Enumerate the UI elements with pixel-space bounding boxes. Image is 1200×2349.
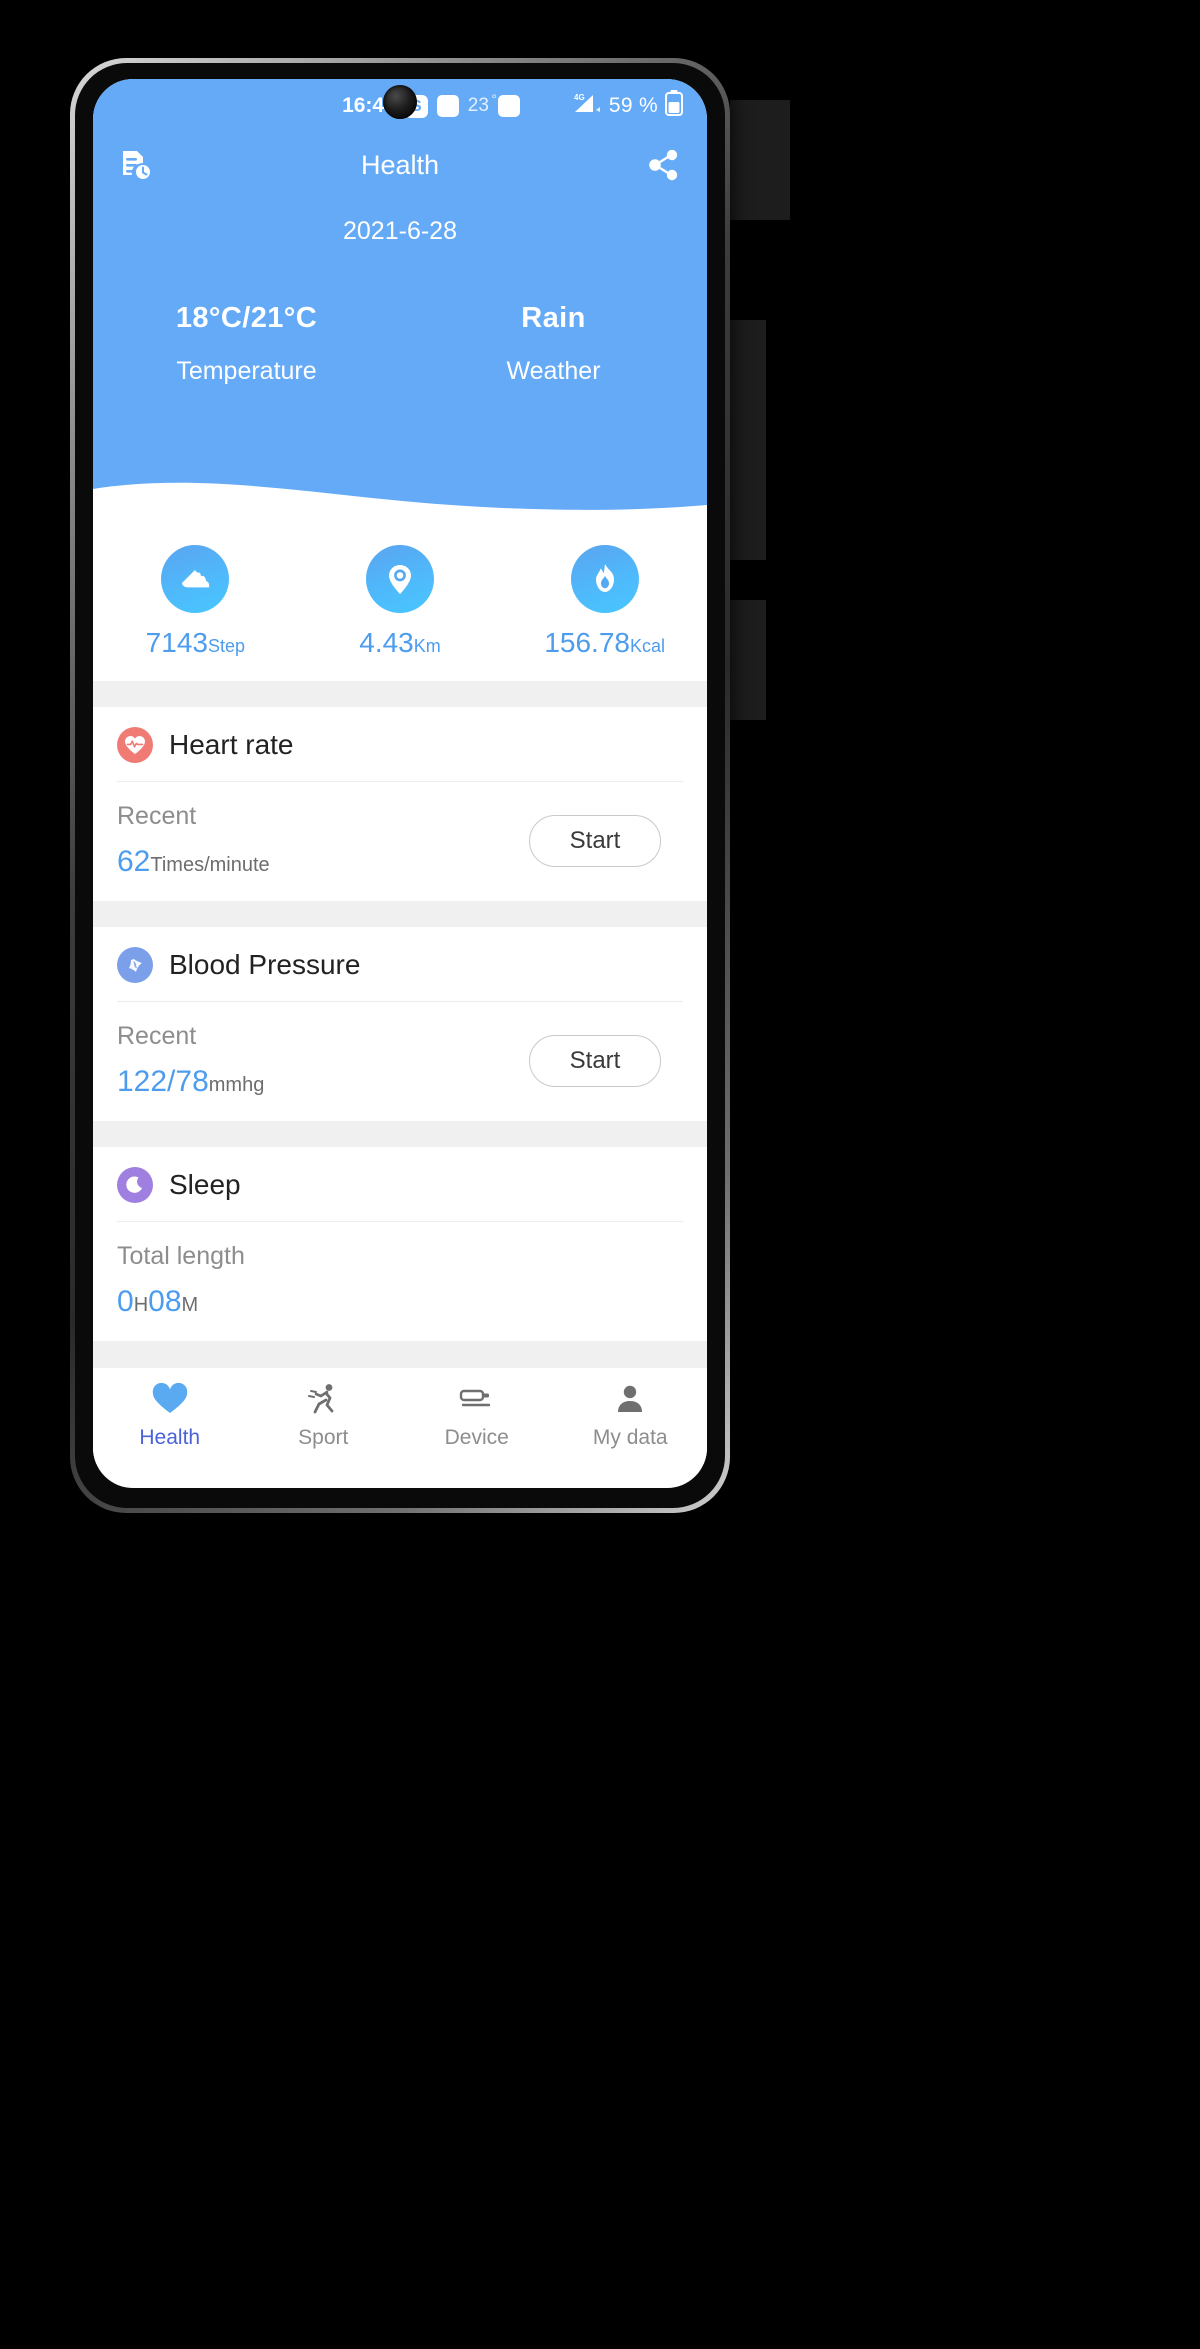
phone-screen: 16:47 S 23 4G <box>93 79 707 1488</box>
weather-cell: Rain Weather <box>400 302 707 386</box>
nav-item-device[interactable]: Device <box>400 1380 554 1450</box>
nav-label-sport: Sport <box>298 1426 349 1449</box>
sleep-hours: 0 <box>117 1285 134 1318</box>
card-heart-rate: Heart rate Recent 62Times/minute Start <box>93 707 707 901</box>
card-blood-pressure-value: 122/78mmhg <box>117 1065 264 1099</box>
sleep-hours-unit: H <box>133 1294 149 1316</box>
temperature-cell: 18°C/21°C Temperature <box>93 302 400 386</box>
nav-label-my-data: My data <box>592 1426 668 1449</box>
card-sleep-title: Sleep <box>169 1169 241 1200</box>
stat-distance-text: 4.43Km <box>359 627 441 659</box>
shoe-icon <box>161 545 230 613</box>
heart-pulse-icon <box>117 727 153 763</box>
wave-divider <box>93 482 707 521</box>
date-label: 2021-6-28 <box>343 217 457 245</box>
stats-row: 7143Step 4.43Km 156.78Kcal <box>93 519 707 681</box>
weather-value: Rain <box>521 302 586 334</box>
temp-badge: 23 <box>468 91 497 117</box>
card-sleep-label: Total length <box>117 1242 245 1270</box>
card-heart-rate-header[interactable]: Heart rate <box>117 707 683 782</box>
card-blood-pressure: Blood Pressure Recent 122/78mmhg Start <box>93 927 707 1121</box>
title-bar: Health <box>93 133 707 197</box>
background-slab <box>730 600 766 720</box>
stat-calories-text: 156.78Kcal <box>544 627 665 659</box>
status-right-group: 4G 59 % <box>572 79 683 133</box>
location-pin-icon <box>366 545 434 613</box>
heart-rate-number: 62 <box>117 845 151 878</box>
blood-pressure-unit: mmhg <box>208 1074 265 1096</box>
background-slab <box>730 100 790 220</box>
card-heart-rate-values: Recent 62Times/minute <box>117 802 270 879</box>
sleep-minutes: 08 <box>148 1285 182 1318</box>
card-sleep-body: Total length 0H08M <box>117 1222 683 1341</box>
svg-text:4G: 4G <box>574 93 585 102</box>
share-nodes-icon[interactable] <box>643 144 685 186</box>
nav-item-sport[interactable]: Sport <box>247 1380 401 1450</box>
app-square-icon <box>497 95 520 117</box>
heart-icon <box>152 1380 188 1418</box>
card-sleep-value: 0H08M <box>117 1285 245 1319</box>
blood-pressure-icon <box>117 947 153 983</box>
section-divider <box>93 1341 707 1367</box>
section-divider <box>93 681 707 707</box>
runner-icon <box>306 1380 340 1418</box>
stat-calories-value: 156.78 <box>544 627 630 658</box>
stat-steps-value: 7143 <box>145 627 208 658</box>
flame-icon <box>570 545 639 613</box>
temperature-label: Temperature <box>176 357 317 385</box>
card-heart-rate-title: Heart rate <box>169 729 294 760</box>
heart-rate-start-button[interactable]: Start <box>529 814 661 867</box>
screenshot-stage: 16:47 S 23 4G <box>0 0 1200 2349</box>
background-slab <box>730 320 766 560</box>
section-divider <box>93 901 707 927</box>
heart-rate-unit: Times/minute <box>150 854 270 876</box>
signal-icon: 4G <box>572 91 602 121</box>
stat-distance-value: 4.43 <box>359 627 414 658</box>
blood-pressure-number: 122/78 <box>117 1065 209 1098</box>
card-blood-pressure-values: Recent 122/78mmhg <box>117 1022 264 1099</box>
card-heart-rate-body: Recent 62Times/minute Start <box>117 782 683 901</box>
section-divider <box>93 1121 707 1147</box>
battery-icon <box>665 90 683 122</box>
stat-calories-unit: Kcal <box>629 636 665 656</box>
camera-punch-hole <box>383 85 417 119</box>
header-panel: 16:47 S 23 4G <box>93 79 707 521</box>
status-left-group: 16:47 S 23 <box>342 91 520 118</box>
stat-calories[interactable]: 156.78Kcal <box>502 545 707 659</box>
app-square-icon <box>436 95 459 117</box>
bottom-navigation: Health Sport Device My data <box>93 1367 707 1464</box>
card-blood-pressure-header[interactable]: Blood Pressure <box>117 927 683 1002</box>
card-sleep-values: Total length 0H08M <box>117 1242 245 1319</box>
page-title: Health <box>360 149 440 180</box>
nav-label-device: Device <box>444 1426 509 1449</box>
card-sleep: Sleep Total length 0H08M <box>93 1147 707 1341</box>
stat-distance-unit: Km <box>413 636 441 656</box>
nav-label-health: Health <box>139 1426 201 1449</box>
status-bar: 16:47 S 23 4G <box>93 79 707 133</box>
moon-icon <box>117 1167 153 1203</box>
card-blood-pressure-body: Recent 122/78mmhg Start <box>117 1002 683 1121</box>
history-icon[interactable] <box>115 144 157 186</box>
stat-steps-text: 7143Step <box>146 627 245 659</box>
nav-item-health[interactable]: Health <box>93 1380 247 1450</box>
stat-steps-unit: Step <box>207 636 245 656</box>
card-blood-pressure-title: Blood Pressure <box>169 949 361 980</box>
card-blood-pressure-label: Recent <box>117 1022 197 1050</box>
card-heart-rate-value: 62Times/minute <box>117 845 270 879</box>
weather-label: Weather <box>506 357 601 385</box>
battery-percent: 59 % <box>608 94 658 117</box>
person-icon <box>614 1380 646 1418</box>
band-icon <box>458 1380 496 1418</box>
weather-row: 18°C/21°C Temperature Rain Weather <box>93 246 707 386</box>
phone-frame: 16:47 S 23 4G <box>70 58 730 1513</box>
phone-bezel: 16:47 S 23 4G <box>75 63 725 1508</box>
temperature-value: 18°C/21°C <box>175 302 318 334</box>
nav-item-my-data[interactable]: My data <box>554 1380 708 1450</box>
blood-pressure-start-button[interactable]: Start <box>529 1034 661 1087</box>
sleep-minutes-unit: M <box>181 1294 199 1316</box>
stat-distance[interactable]: 4.43Km <box>298 545 503 659</box>
stat-steps[interactable]: 7143Step <box>93 545 298 659</box>
card-heart-rate-label: Recent <box>117 802 197 830</box>
card-sleep-header[interactable]: Sleep <box>117 1147 683 1222</box>
